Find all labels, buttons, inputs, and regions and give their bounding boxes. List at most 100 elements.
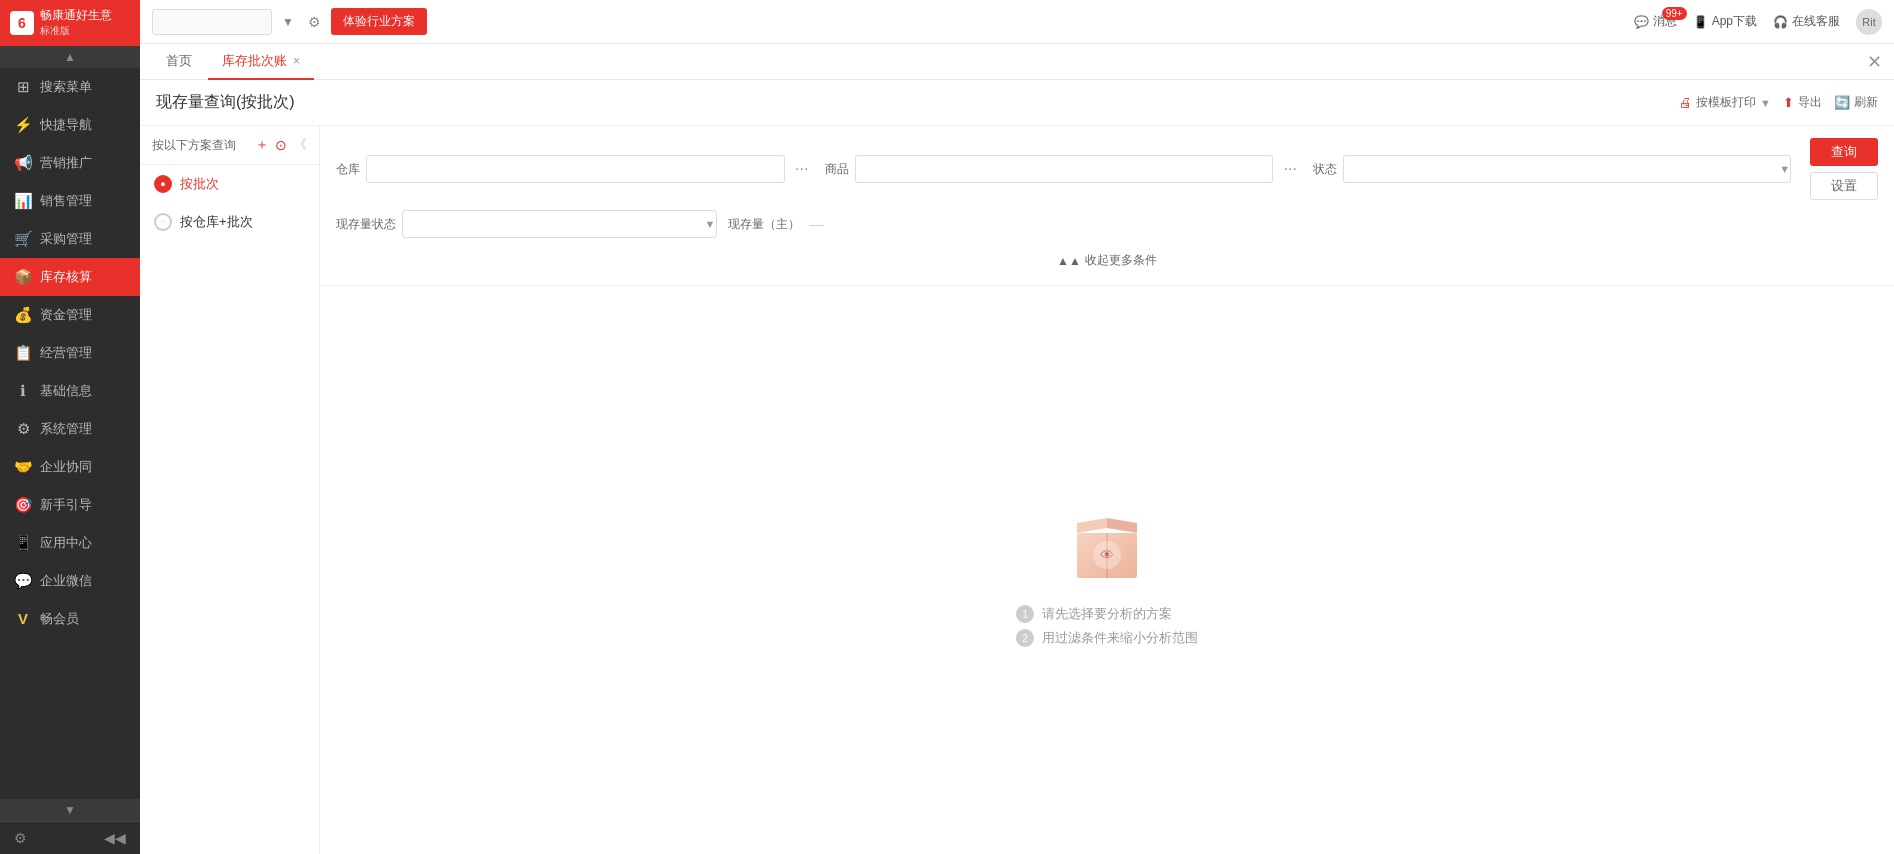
print-icon: 🖨: [1679, 95, 1692, 110]
sidebar-header: 6 畅康通好生意 标准版: [0, 0, 140, 46]
message-icon: 💬: [1634, 15, 1649, 29]
refresh-icon: 🔄: [1834, 95, 1850, 110]
main-content: ▼ ⚙ 体验行业方案 💬 消息 99+ 📱 App下载 🎧 在线客服 Rit: [140, 0, 1894, 854]
query-button[interactable]: 查询: [1810, 138, 1878, 166]
sidebar-item-operations[interactable]: 📋 经营管理: [0, 334, 140, 372]
sidebar-item-appcenter[interactable]: 📱 应用中心: [0, 524, 140, 562]
experience-btn[interactable]: 体验行业方案: [331, 8, 427, 35]
sidebar-item-wechat[interactable]: 💬 企业微信: [0, 562, 140, 600]
wechat-icon: 💬: [14, 572, 32, 590]
empty-illustration: 👁: [1057, 493, 1157, 593]
avatar: Rit: [1856, 9, 1882, 35]
topbar-search-input[interactable]: [152, 9, 272, 35]
sidebar-item-marketing[interactable]: 📢 营销推广: [0, 144, 140, 182]
product-input[interactable]: [855, 155, 1274, 183]
export-btn[interactable]: ⬆ 导出: [1783, 94, 1822, 111]
left-panel-actions: ＋ ⊙ 《: [255, 136, 307, 154]
settings-button[interactable]: 设置: [1810, 172, 1878, 200]
product-more-btn[interactable]: ···: [1279, 158, 1301, 180]
sidebar-item-search[interactable]: ⊞ 搜索菜单: [0, 68, 140, 106]
content-area: 按以下方案查询 ＋ ⊙ 《 ● 按批次 ○ 按仓库+批次: [140, 126, 1894, 854]
plan-settings-icon[interactable]: ⊙: [275, 137, 287, 153]
tab-bar-close-btn[interactable]: ✕: [1867, 51, 1882, 73]
sidebar-scroll-down[interactable]: ▼: [0, 799, 140, 821]
topbar-gear-icon[interactable]: ⚙: [308, 14, 321, 30]
inventory-icon: 📦: [14, 268, 32, 286]
member-icon: V: [14, 610, 32, 627]
stock-status-select[interactable]: [402, 210, 717, 238]
settings-footer-icon[interactable]: ⚙: [14, 830, 27, 846]
right-panel: 仓库 ··· 商品 ··· 状态 ▼: [320, 126, 1894, 854]
tab-home[interactable]: 首页: [152, 44, 206, 80]
page-title: 现存量查询(按批次): [156, 92, 295, 113]
collapse-panel-icon[interactable]: 《: [293, 136, 307, 154]
finance-icon: 💰: [14, 306, 32, 324]
sidebar: 6 畅康通好生意 标准版 ▲ ⊞ 搜索菜单 ⚡ 快捷导航 📢 营销推广 📊 销售…: [0, 0, 140, 854]
left-panel-header: 按以下方案查询 ＋ ⊙ 《: [140, 126, 319, 165]
empty-tip-1: 1 请先选择要分析的方案: [1016, 605, 1198, 623]
tip-num-2: 2: [1016, 629, 1034, 647]
sidebar-scroll-up[interactable]: ▲: [0, 46, 140, 68]
sidebar-item-purchase[interactable]: 🛒 采购管理: [0, 220, 140, 258]
warehouse-label: 仓库: [336, 161, 360, 178]
filter-divider: —: [806, 216, 828, 232]
print-chevron-icon[interactable]: ▼: [1760, 97, 1771, 109]
topbar: ▼ ⚙ 体验行业方案 💬 消息 99+ 📱 App下载 🎧 在线客服 Rit: [140, 0, 1894, 44]
batch-item-icon: ●: [154, 175, 172, 193]
stock-qty-label: 现存量（主）: [728, 216, 800, 233]
marketing-icon: 📢: [14, 154, 32, 172]
topbar-chevron-icon[interactable]: ▼: [282, 15, 294, 29]
user-avatar-btn[interactable]: Rit: [1856, 9, 1882, 35]
export-icon: ⬆: [1783, 95, 1794, 110]
sidebar-item-guide[interactable]: 🎯 新手引导: [0, 486, 140, 524]
sidebar-item-quicknav[interactable]: ⚡ 快捷导航: [0, 106, 140, 144]
messages-badge: 99+: [1662, 7, 1687, 20]
enterprise-icon: 🤝: [14, 458, 32, 476]
sidebar-item-finance[interactable]: 💰 资金管理: [0, 296, 140, 334]
sidebar-item-sales[interactable]: 📊 销售管理: [0, 182, 140, 220]
refresh-btn[interactable]: 🔄 刷新: [1834, 94, 1878, 111]
search-menu-icon: ⊞: [14, 78, 32, 96]
filter-group-stock-qty: 现存量（主） —: [728, 216, 1108, 233]
service-icon: 🎧: [1773, 15, 1788, 29]
filter-group-status: 状态 ▼: [1313, 155, 1790, 183]
sidebar-footer: ⚙ ◀◀: [0, 821, 140, 854]
app-download-btn[interactable]: 📱 App下载: [1693, 13, 1757, 30]
print-btn[interactable]: 🖨 按模板打印 ▼: [1679, 94, 1771, 111]
sidebar-item-member[interactable]: V 畅会员: [0, 600, 140, 638]
filter-group-warehouse: 仓库 ···: [336, 155, 813, 183]
appcenter-icon: 📱: [14, 534, 32, 552]
filter-row-1: 仓库 ··· 商品 ··· 状态 ▼: [336, 138, 1878, 200]
filter-group-product: 商品 ···: [825, 155, 1302, 183]
sidebar-item-inventory[interactable]: 📦 库存核算: [0, 258, 140, 296]
tab-inventory-batch[interactable]: 库存批次账 ×: [208, 44, 314, 80]
page-header-actions: 🖨 按模板打印 ▼ ⬆ 导出 🔄 刷新: [1679, 94, 1878, 111]
warehouse-more-btn[interactable]: ···: [791, 158, 813, 180]
sidebar-item-basic-info[interactable]: ℹ 基础信息: [0, 372, 140, 410]
online-service-btn[interactable]: 🎧 在线客服: [1773, 13, 1840, 30]
tab-close-icon[interactable]: ×: [293, 54, 300, 68]
collapse-sidebar-icon[interactable]: ◀◀: [104, 830, 126, 846]
app-logo: 6: [10, 11, 34, 35]
warehouse-input[interactable]: [366, 155, 785, 183]
left-panel-item-batch[interactable]: ● 按批次: [140, 165, 319, 203]
operations-icon: 📋: [14, 344, 32, 362]
product-label: 商品: [825, 161, 849, 178]
stock-status-label: 现存量状态: [336, 216, 396, 233]
svg-marker-2: [1107, 518, 1137, 533]
topbar-right: 💬 消息 99+ 📱 App下载 🎧 在线客服 Rit: [1634, 9, 1882, 35]
sidebar-item-system[interactable]: ⚙ 系统管理: [0, 410, 140, 448]
add-plan-icon[interactable]: ＋: [255, 136, 269, 154]
left-panel-item-warehouse-batch[interactable]: ○ 按仓库+批次: [140, 203, 319, 241]
status-select[interactable]: [1343, 155, 1791, 183]
guide-icon: 🎯: [14, 496, 32, 514]
status-label: 状态: [1313, 161, 1337, 178]
empty-state: 👁 1 请先选择要分析的方案 2 用过滤条件来缩小分析范围: [320, 286, 1894, 854]
sidebar-item-enterprise[interactable]: 🤝 企业协同: [0, 448, 140, 486]
query-btn-group: 查询 设置: [1810, 138, 1878, 200]
collapse-more-btn[interactable]: ▲▲ 收起更多条件: [336, 248, 1878, 273]
sales-icon: 📊: [14, 192, 32, 210]
left-panel: 按以下方案查询 ＋ ⊙ 《 ● 按批次 ○ 按仓库+批次: [140, 126, 320, 854]
messages-btn[interactable]: 💬 消息 99+: [1634, 13, 1677, 30]
filter-row-2: 现存量状态 ▼ 现存量（主） —: [336, 210, 1878, 238]
